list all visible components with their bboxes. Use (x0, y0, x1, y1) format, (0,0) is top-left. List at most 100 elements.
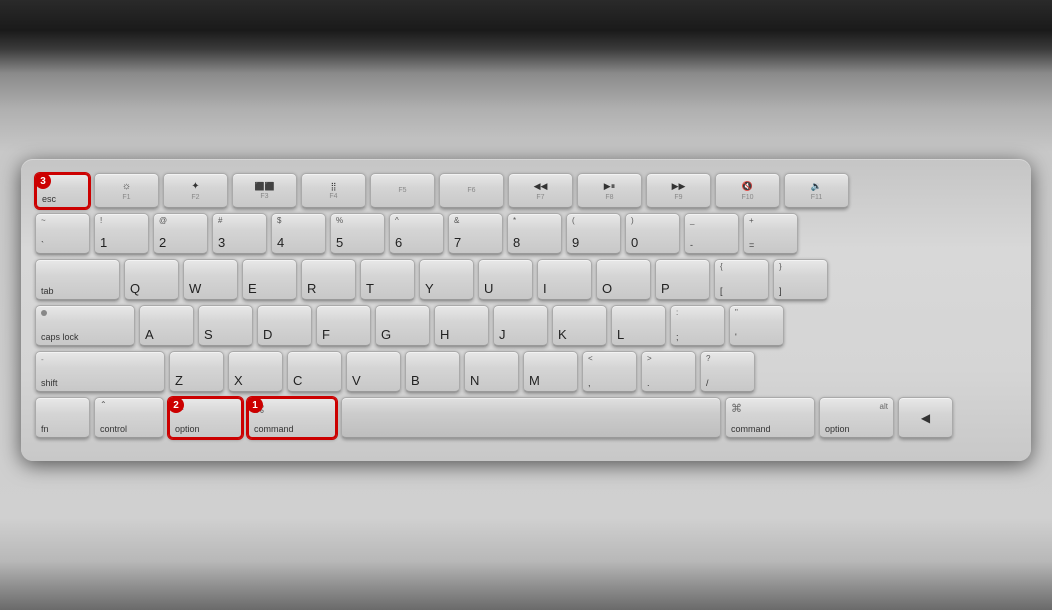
zxcv-row: shift - Z X C V B N M < , > . ? / (35, 351, 1017, 393)
f8-key[interactable]: ▶⏸ F8 (577, 173, 642, 209)
9-key[interactable]: ( 9 (566, 213, 621, 255)
f11-key[interactable]: 🔉 F11 (784, 173, 849, 209)
6-key[interactable]: ^ 6 (389, 213, 444, 255)
s-key[interactable]: S (198, 305, 253, 347)
f6-label: F6 (467, 187, 475, 194)
1-key[interactable]: ! 1 (94, 213, 149, 255)
t-key[interactable]: T (360, 259, 415, 301)
z-key[interactable]: Z (169, 351, 224, 393)
shift-tilde-label: - (41, 355, 44, 364)
dollar-label: $ (277, 217, 281, 225)
o-key[interactable]: O (596, 259, 651, 301)
5-key[interactable]: % 5 (330, 213, 385, 255)
minus-key[interactable]: _ - (684, 213, 739, 255)
f9-icon: ▶▶ (672, 181, 686, 192)
command-left-label: command (254, 425, 294, 434)
f4-key[interactable]: ⣿ F4 (301, 173, 366, 209)
f10-key[interactable]: 🔇 F10 (715, 173, 780, 209)
plus-label: + (749, 217, 754, 225)
quote-key[interactable]: " ' (729, 305, 784, 347)
f5-key[interactable]: F5 (370, 173, 435, 209)
asdf-row: caps lock A S D F G H J K L : ; " ' (35, 305, 1017, 347)
1-label: 1 (100, 235, 107, 250)
f1-key[interactable]: ☼ F1 (94, 173, 159, 209)
lparen-label: ( (572, 217, 575, 225)
r-key[interactable]: R (301, 259, 356, 301)
0-key[interactable]: ) 0 (625, 213, 680, 255)
f11-label: F11 (811, 194, 823, 201)
equals-key[interactable]: + = (743, 213, 798, 255)
option-left-key[interactable]: 2 alt option (168, 397, 243, 439)
command-left-key[interactable]: 1 ⌘ command (247, 397, 337, 439)
4-key[interactable]: $ 4 (271, 213, 326, 255)
f5-label: F5 (398, 187, 406, 194)
semicolon-key[interactable]: : ; (670, 305, 725, 347)
q-key[interactable]: Q (124, 259, 179, 301)
p-key[interactable]: P (655, 259, 710, 301)
u-key[interactable]: U (478, 259, 533, 301)
esc-key[interactable]: 3 esc (35, 173, 90, 209)
a-key[interactable]: A (139, 305, 194, 347)
capslock-key[interactable]: caps lock (35, 305, 135, 347)
b-key[interactable]: B (405, 351, 460, 393)
f6-key[interactable]: F6 (439, 173, 504, 209)
h-key[interactable]: H (434, 305, 489, 347)
i-key[interactable]: I (537, 259, 592, 301)
backtick-label: ` (41, 241, 44, 250)
f7-key[interactable]: ◀◀ F7 (508, 173, 573, 209)
g-key[interactable]: G (375, 305, 430, 347)
k-key[interactable]: K (552, 305, 607, 347)
hash-label: # (218, 217, 222, 225)
w-key[interactable]: W (183, 259, 238, 301)
j-key[interactable]: J (493, 305, 548, 347)
fn-key[interactable]: fn (35, 397, 90, 439)
f-key[interactable]: F (316, 305, 371, 347)
f3-key[interactable]: ⬛⬛ F3 (232, 173, 297, 209)
minus-label: - (690, 241, 693, 250)
option-right-key[interactable]: alt option (819, 397, 894, 439)
n-key[interactable]: N (464, 351, 519, 393)
underscore-label: _ (690, 217, 694, 225)
shift-left-key[interactable]: shift - (35, 351, 165, 393)
2-label: 2 (159, 235, 166, 250)
l-key[interactable]: L (611, 305, 666, 347)
9-label: 9 (572, 235, 579, 250)
f8-label: F8 (605, 194, 613, 201)
x-key[interactable]: X (228, 351, 283, 393)
c-key[interactable]: C (287, 351, 342, 393)
3-key[interactable]: # 3 (212, 213, 267, 255)
f9-key[interactable]: ▶▶ F9 (646, 173, 711, 209)
arrow-left-icon: ◀ (921, 411, 930, 425)
3-label: 3 (218, 235, 225, 250)
2-key[interactable]: @ 2 (153, 213, 208, 255)
m-key[interactable]: M (523, 351, 578, 393)
command-right-key[interactable]: ⌘ command (725, 397, 815, 439)
d-key[interactable]: D (257, 305, 312, 347)
backtick-key[interactable]: ~ ` (35, 213, 90, 255)
option-right-label: option (825, 425, 850, 434)
f3-label: F3 (260, 193, 268, 200)
qwerty-row: tab Q W E R T Y U I O P { [ } ] (35, 259, 1017, 301)
arrow-left-key[interactable]: ◀ (898, 397, 953, 439)
slash-key[interactable]: ? / (700, 351, 755, 393)
7-key[interactable]: & 7 (448, 213, 503, 255)
rbracket-key[interactable]: } ] (773, 259, 828, 301)
y-key[interactable]: Y (419, 259, 474, 301)
number-row: ~ ` ! 1 @ 2 # 3 $ 4 % 5 (35, 213, 1017, 255)
e-key[interactable]: E (242, 259, 297, 301)
control-key[interactable]: ⌃ control (94, 397, 164, 439)
tab-key[interactable]: tab (35, 259, 120, 301)
spacebar-key[interactable] (341, 397, 721, 439)
period-key[interactable]: > . (641, 351, 696, 393)
bottom-row: fn ⌃ control 2 alt option 1 ⌘ command (35, 397, 1017, 439)
8-key[interactable]: * 8 (507, 213, 562, 255)
at-label: @ (159, 217, 167, 225)
f2-icon: ✦ (191, 181, 199, 192)
f2-key[interactable]: ✦ F2 (163, 173, 228, 209)
lbracket-key[interactable]: { [ (714, 259, 769, 301)
v-key[interactable]: V (346, 351, 401, 393)
comma-key[interactable]: < , (582, 351, 637, 393)
f1-label: F1 (122, 194, 130, 201)
percent-label: % (336, 217, 343, 225)
command-right-label: command (731, 425, 771, 434)
